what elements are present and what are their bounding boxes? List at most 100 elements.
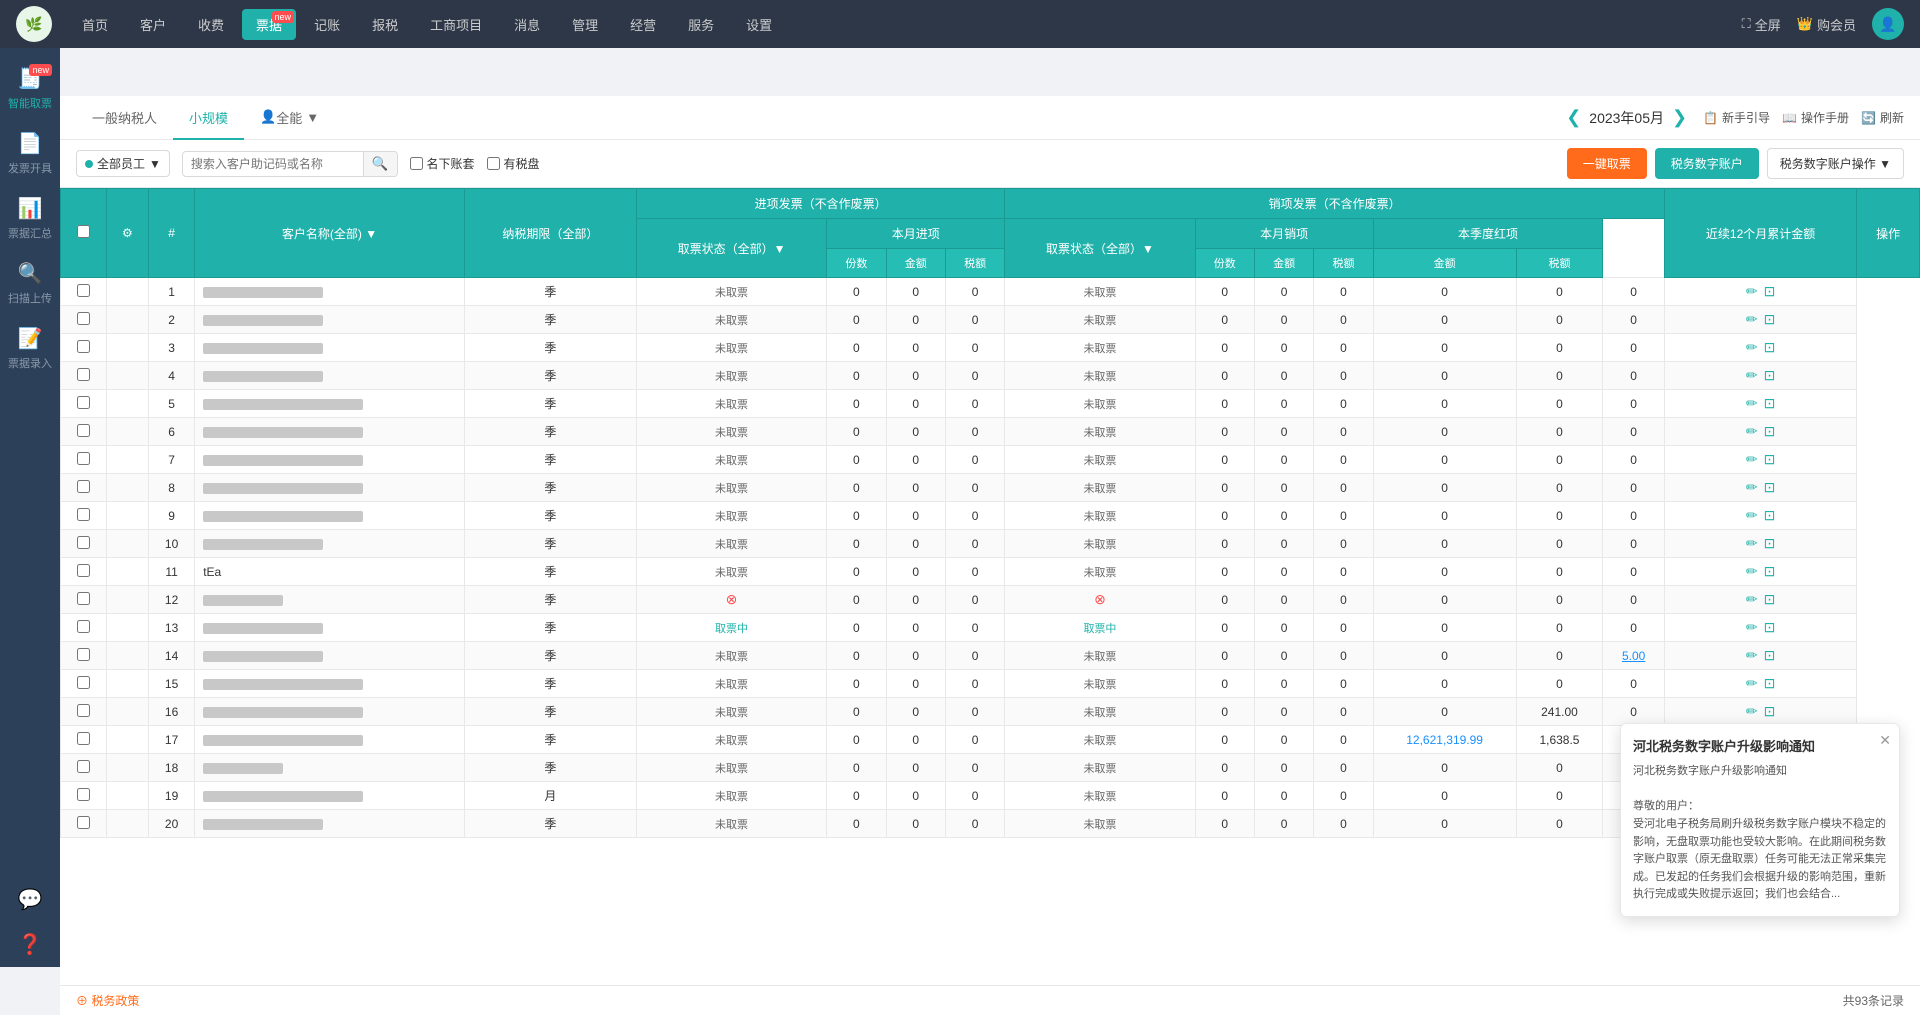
myaccount-checkbox[interactable]	[410, 157, 423, 170]
row-checkbox[interactable]	[77, 508, 90, 521]
sidebar-item-open-invoice[interactable]: 📄 发票开具	[0, 121, 60, 186]
sidebar-item-help[interactable]: ❓	[0, 922, 60, 967]
edit-icon[interactable]: ✏	[1746, 311, 1758, 328]
edit-icon[interactable]: ✏	[1746, 423, 1758, 440]
search-input[interactable]	[183, 153, 363, 175]
search-button[interactable]: 🔍	[363, 152, 397, 176]
edit-icon[interactable]: ✏	[1746, 703, 1758, 720]
vip-button[interactable]: 👑 购会员	[1797, 15, 1856, 34]
row-checkbox[interactable]	[77, 396, 90, 409]
row-checkbox[interactable]	[77, 704, 90, 717]
edit-icon[interactable]: ✏	[1746, 283, 1758, 300]
copy-icon[interactable]: ⊡	[1764, 423, 1776, 440]
user-avatar[interactable]: 👤	[1872, 8, 1904, 40]
sidebar-item-entry[interactable]: 📝 票据录入	[0, 316, 60, 381]
tab-general-taxpayer[interactable]: 一般纳税人	[76, 96, 173, 140]
copy-icon[interactable]: ⊡	[1764, 339, 1776, 356]
edit-icon[interactable]: ✏	[1746, 647, 1758, 664]
accum-amount-link[interactable]: 5.00	[1622, 649, 1645, 663]
nav-message[interactable]: 消息	[500, 9, 554, 40]
row-checkbox[interactable]	[77, 452, 90, 465]
copy-icon[interactable]: ⊡	[1764, 675, 1776, 692]
sidebar-item-scan[interactable]: 🔍 扫描上传	[0, 251, 60, 316]
manual-button[interactable]: 📖 操作手册	[1782, 109, 1849, 126]
row-checkbox[interactable]	[77, 816, 90, 829]
tax-digital-account-button[interactable]: 税务数字账户	[1655, 148, 1759, 179]
nav-settings[interactable]: 设置	[732, 9, 786, 40]
row-checkbox[interactable]	[77, 592, 90, 605]
row-checkbox[interactable]	[77, 340, 90, 353]
row-checkbox[interactable]	[77, 564, 90, 577]
copy-icon[interactable]: ⊡	[1764, 507, 1776, 524]
notification-close-button[interactable]: ✕	[1879, 732, 1891, 749]
edit-icon[interactable]: ✏	[1746, 507, 1758, 524]
edit-icon[interactable]: ✏	[1746, 675, 1758, 692]
row-checkbox[interactable]	[77, 760, 90, 773]
row-checkbox[interactable]	[77, 788, 90, 801]
edit-icon[interactable]: ✏	[1746, 535, 1758, 552]
edit-icon[interactable]: ✏	[1746, 451, 1758, 468]
fullscreen-button[interactable]: ⛶ 全屏	[1742, 15, 1781, 34]
sidebar-item-summary[interactable]: 📊 票据汇总	[0, 186, 60, 251]
row-checkbox[interactable]	[77, 536, 90, 549]
edit-icon[interactable]: ✏	[1746, 563, 1758, 580]
edit-icon[interactable]: ✏	[1746, 367, 1758, 384]
copy-icon[interactable]: ⊡	[1764, 647, 1776, 664]
new-guide-button[interactable]: 📋 新手引导	[1703, 109, 1770, 126]
copy-icon[interactable]: ⊡	[1764, 703, 1776, 720]
nav-invoice[interactable]: 票据 new	[242, 9, 296, 40]
copy-icon[interactable]: ⊡	[1764, 367, 1776, 384]
copy-icon[interactable]: ⊡	[1764, 395, 1776, 412]
row-checkbox[interactable]	[77, 648, 90, 661]
copy-icon[interactable]: ⊡	[1764, 535, 1776, 552]
copy-icon[interactable]: ⊡	[1764, 563, 1776, 580]
tab-small-scale[interactable]: 小规模	[173, 96, 244, 140]
checkbox-myaccount[interactable]: 名下账套	[410, 155, 475, 172]
copy-icon[interactable]: ⊡	[1764, 619, 1776, 636]
row-intax-cell: 0	[945, 278, 1004, 306]
nav-operation[interactable]: 经营	[616, 9, 670, 40]
hastaxdisk-checkbox[interactable]	[487, 157, 500, 170]
row-checkbox[interactable]	[77, 284, 90, 297]
edit-icon[interactable]: ✏	[1746, 591, 1758, 608]
tax-policy-link[interactable]: ⊕ 税务政策	[76, 992, 139, 1009]
employee-filter[interactable]: 全部员工 ▼	[76, 150, 170, 177]
edit-icon[interactable]: ✏	[1746, 619, 1758, 636]
nav-home[interactable]: 首页	[68, 9, 122, 40]
copy-icon[interactable]: ⊡	[1764, 283, 1776, 300]
nav-billing[interactable]: 收费	[184, 9, 238, 40]
tab-all[interactable]: 👤 全能 ▼	[244, 96, 335, 140]
copy-icon[interactable]: ⊡	[1764, 591, 1776, 608]
copy-icon[interactable]: ⊡	[1764, 479, 1776, 496]
row-checkbox-cell	[61, 698, 107, 726]
row-settings-cell	[106, 502, 148, 530]
copy-icon[interactable]: ⊡	[1764, 311, 1776, 328]
row-checkbox[interactable]	[77, 676, 90, 689]
copy-icon[interactable]: ⊡	[1764, 451, 1776, 468]
one-click-fetch-button[interactable]: 一键取票	[1567, 148, 1647, 179]
row-checkbox[interactable]	[77, 480, 90, 493]
nav-bookkeeping[interactable]: 记账	[300, 9, 354, 40]
row-checkbox[interactable]	[77, 620, 90, 633]
nav-tax[interactable]: 报税	[358, 9, 412, 40]
row-checkbox[interactable]	[77, 312, 90, 325]
month-prev-button[interactable]: ❮	[1566, 107, 1581, 128]
red-amount: 0	[1441, 621, 1448, 635]
edit-icon[interactable]: ✏	[1746, 339, 1758, 356]
row-checkbox[interactable]	[77, 424, 90, 437]
month-next-button[interactable]: ❯	[1672, 107, 1687, 128]
nav-business[interactable]: 工商项目	[416, 9, 496, 40]
nav-service[interactable]: 服务	[674, 9, 728, 40]
edit-icon[interactable]: ✏	[1746, 395, 1758, 412]
row-checkbox[interactable]	[77, 368, 90, 381]
nav-customer[interactable]: 客户	[126, 9, 180, 40]
nav-manage[interactable]: 管理	[558, 9, 612, 40]
sidebar-item-message[interactable]: 💬	[0, 877, 60, 922]
tax-digital-account-action-button[interactable]: 税务数字账户操作 ▼	[1767, 148, 1904, 179]
row-quota-cell: 季	[464, 726, 636, 754]
row-checkbox[interactable]	[77, 732, 90, 745]
edit-icon[interactable]: ✏	[1746, 479, 1758, 496]
refresh-button[interactable]: 🔄 刷新	[1861, 109, 1904, 126]
checkbox-hastaxdisk[interactable]: 有税盘	[487, 155, 540, 172]
select-all-checkbox[interactable]	[77, 225, 90, 238]
